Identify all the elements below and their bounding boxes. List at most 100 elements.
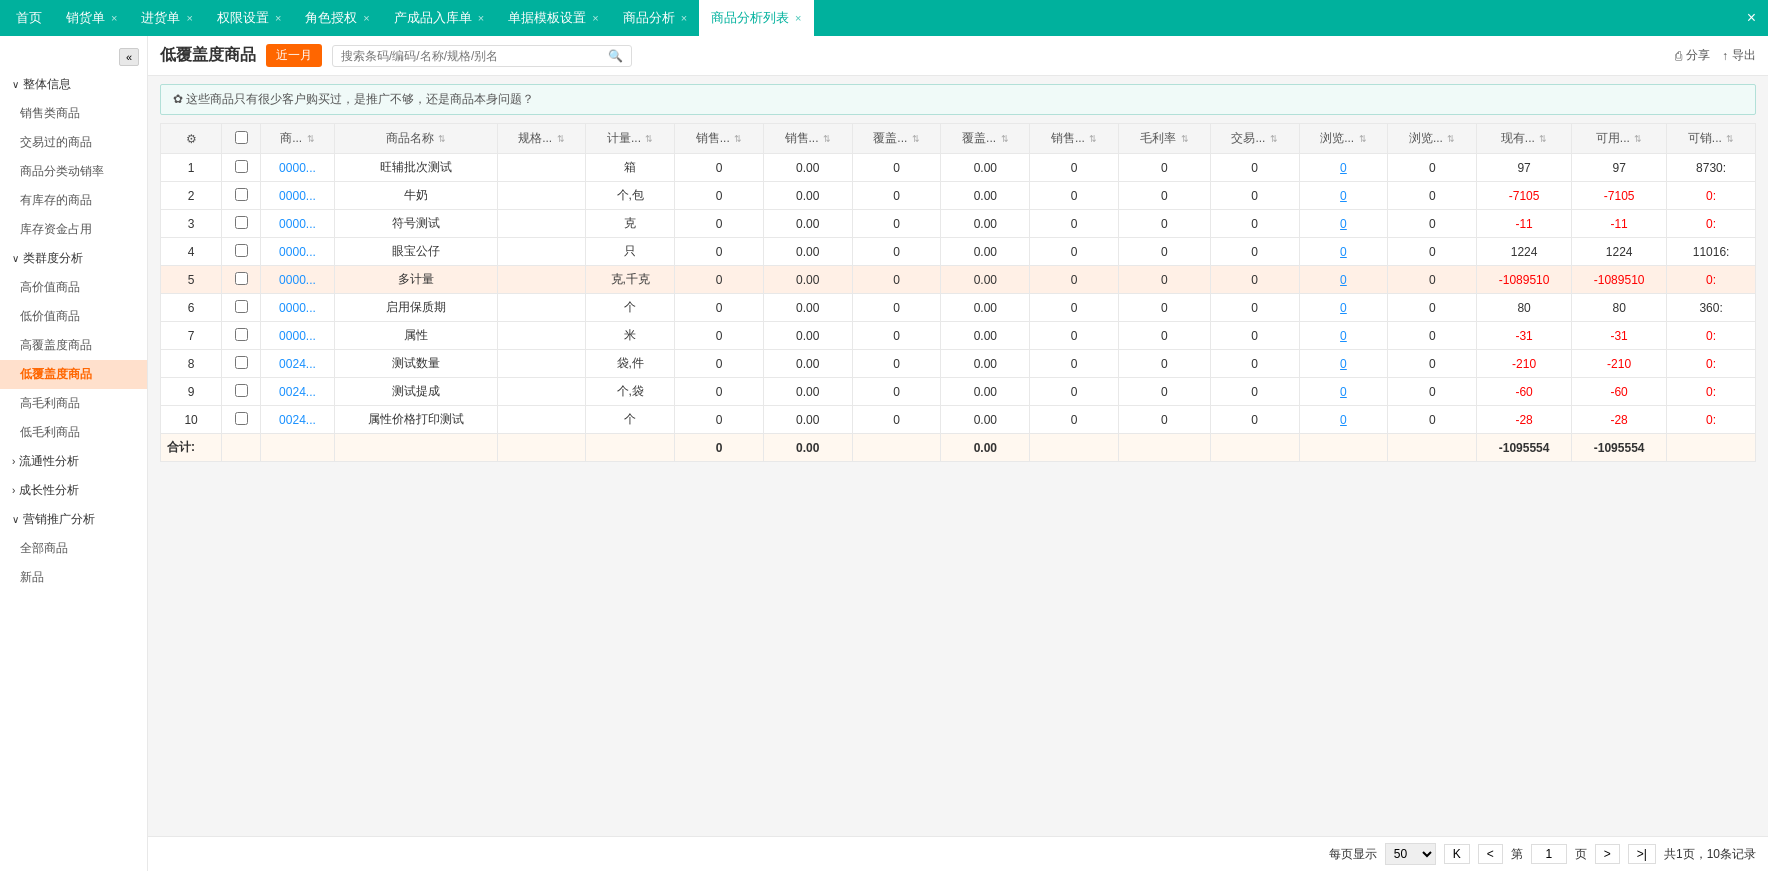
product-code-link[interactable]: 0024... [279, 385, 316, 399]
sidebar-item-有库存的商品[interactable]: 有库存的商品 [0, 186, 147, 215]
sidebar-item-低价值商品[interactable]: 低价值商品 [0, 302, 147, 331]
sort-icon-available_stock[interactable]: ⇅ [1632, 134, 1643, 144]
browse-link[interactable]: 0 [1340, 245, 1347, 259]
browse-link[interactable]: 0 [1340, 357, 1347, 371]
product-code-link[interactable]: 0000... [279, 161, 316, 175]
product-code-link[interactable]: 0024... [279, 413, 316, 427]
sidebar-section-4[interactable]: ∨营销推广分析 [0, 505, 147, 534]
sidebar-section-2[interactable]: ›流通性分析 [0, 447, 147, 476]
row-checkbox[interactable] [235, 384, 248, 397]
col-header-spec[interactable]: 规格... ⇅ [497, 124, 586, 154]
browse-link[interactable]: 0 [1340, 413, 1347, 427]
sort-icon-sales_qty[interactable]: ⇅ [732, 134, 743, 144]
nav-tab-close-销货单[interactable]: × [111, 12, 117, 24]
sidebar-item-高价值商品[interactable]: 高价值商品 [0, 273, 147, 302]
row-checkbox[interactable] [235, 412, 248, 425]
sort-icon-sales_amt[interactable]: ⇅ [821, 134, 832, 144]
col-header-settings[interactable]: ⚙ [161, 124, 222, 154]
sort-icon-sellable[interactable]: ⇅ [1724, 134, 1735, 144]
browse-link[interactable]: 0 [1340, 217, 1347, 231]
sort-icon-sales_days[interactable]: ⇅ [1087, 134, 1098, 144]
browse-link[interactable]: 0 [1340, 329, 1347, 343]
row-checkbox[interactable] [235, 244, 248, 257]
col-header-current_stock[interactable]: 现有... ⇅ [1477, 124, 1572, 154]
row-checkbox[interactable] [235, 300, 248, 313]
sidebar-item-低毛利商品[interactable]: 低毛利商品 [0, 418, 147, 447]
nav-tab-产成品入库单[interactable]: 产成品入库单× [382, 0, 496, 36]
share-button[interactable]: ⎙ 分享 [1675, 47, 1710, 64]
col-header-sales_days[interactable]: 销售... ⇅ [1030, 124, 1119, 154]
sidebar-item-交易过的商品[interactable]: 交易过的商品 [0, 128, 147, 157]
sort-icon-gross_margin[interactable]: ⇅ [1178, 134, 1189, 144]
row-checkbox[interactable] [235, 160, 248, 173]
select-all-checkbox[interactable] [235, 131, 248, 144]
nav-tab-close-产成品入库单[interactable]: × [478, 12, 484, 24]
sidebar-item-低覆盖度商品[interactable]: 低覆盖度商品 [0, 360, 147, 389]
row-checkbox[interactable] [235, 216, 248, 229]
browse-link[interactable]: 0 [1340, 273, 1347, 287]
nav-tab-close-商品分析列表[interactable]: × [795, 12, 801, 24]
browse-link[interactable]: 0 [1340, 385, 1347, 399]
nav-tab-首页[interactable]: 首页 [4, 0, 54, 36]
product-code-link[interactable]: 0000... [279, 329, 316, 343]
row-checkbox[interactable] [235, 328, 248, 341]
sort-icon-code[interactable]: ⇅ [304, 134, 315, 144]
sidebar-item-全部商品[interactable]: 全部商品 [0, 534, 147, 563]
sort-icon-unit[interactable]: ⇅ [643, 134, 654, 144]
sidebar-item-高毛利商品[interactable]: 高毛利商品 [0, 389, 147, 418]
row-checkbox[interactable] [235, 356, 248, 369]
sidebar-item-商品分类动销率[interactable]: 商品分类动销率 [0, 157, 147, 186]
next-page-button[interactable]: > [1595, 844, 1620, 864]
nav-tab-权限设置[interactable]: 权限设置× [205, 0, 293, 36]
col-header-check[interactable] [222, 124, 261, 154]
col-header-sales_qty[interactable]: 销售... ⇅ [675, 124, 764, 154]
period-button[interactable]: 近一月 [266, 44, 322, 67]
nav-tab-close-权限设置[interactable]: × [275, 12, 281, 24]
col-header-sales_amt[interactable]: 销售... ⇅ [763, 124, 852, 154]
prev-page-button[interactable]: < [1478, 844, 1503, 864]
col-header-gross_margin[interactable]: 毛利率 ⇅ [1119, 124, 1211, 154]
sort-icon-browse1[interactable]: ⇅ [1356, 134, 1367, 144]
sidebar-section-1[interactable]: ∨类群度分析 [0, 244, 147, 273]
nav-tab-进货单[interactable]: 进货单× [129, 0, 204, 36]
export-button[interactable]: ↑ 导出 [1722, 47, 1756, 64]
first-page-button[interactable]: K [1444, 844, 1470, 864]
nav-tab-销货单[interactable]: 销货单× [54, 0, 129, 36]
sidebar-item-高覆盖度商品[interactable]: 高覆盖度商品 [0, 331, 147, 360]
nav-tab-close-单据模板设置[interactable]: × [592, 12, 598, 24]
sidebar-item-新品[interactable]: 新品 [0, 563, 147, 592]
sort-icon-trade_count[interactable]: ⇅ [1267, 134, 1278, 144]
nav-tab-商品分析[interactable]: 商品分析× [611, 0, 699, 36]
browse-link[interactable]: 0 [1340, 161, 1347, 175]
sort-icon-coverage2[interactable]: ⇅ [998, 134, 1009, 144]
product-code-link[interactable]: 0000... [279, 189, 316, 203]
sort-icon-current_stock[interactable]: ⇅ [1537, 134, 1548, 144]
nav-tab-close-进货单[interactable]: × [186, 12, 192, 24]
col-header-unit[interactable]: 计量... ⇅ [586, 124, 675, 154]
col-header-available_stock[interactable]: 可用... ⇅ [1572, 124, 1667, 154]
sidebar-collapse-button[interactable]: « [119, 48, 139, 66]
search-icon[interactable]: 🔍 [608, 49, 623, 63]
col-header-coverage1[interactable]: 覆盖... ⇅ [852, 124, 941, 154]
nav-tab-close-商品分析[interactable]: × [681, 12, 687, 24]
browse-link[interactable]: 0 [1340, 189, 1347, 203]
col-header-trade_count[interactable]: 交易... ⇅ [1210, 124, 1299, 154]
nav-tab-商品分析列表[interactable]: 商品分析列表× [699, 0, 813, 36]
sort-icon-spec[interactable]: ⇅ [554, 134, 565, 144]
col-header-sellable[interactable]: 可销... ⇅ [1667, 124, 1756, 154]
product-code-link[interactable]: 0024... [279, 357, 316, 371]
sort-icon-coverage1[interactable]: ⇅ [909, 134, 920, 144]
browse-link[interactable]: 0 [1340, 301, 1347, 315]
product-code-link[interactable]: 0000... [279, 245, 316, 259]
nav-tab-单据模板设置[interactable]: 单据模板设置× [496, 0, 610, 36]
row-checkbox[interactable] [235, 272, 248, 285]
last-page-button[interactable]: >| [1628, 844, 1656, 864]
close-window-button[interactable]: × [1747, 9, 1756, 27]
sidebar-item-库存资金占用[interactable]: 库存资金占用 [0, 215, 147, 244]
sidebar-section-0[interactable]: ∨整体信息 [0, 70, 147, 99]
product-code-link[interactable]: 0000... [279, 217, 316, 231]
sidebar-item-销售类商品[interactable]: 销售类商品 [0, 99, 147, 128]
col-header-browse1[interactable]: 浏览... ⇅ [1299, 124, 1388, 154]
page-size-select[interactable]: 2050100 [1385, 843, 1436, 865]
sidebar-section-3[interactable]: ›成长性分析 [0, 476, 147, 505]
